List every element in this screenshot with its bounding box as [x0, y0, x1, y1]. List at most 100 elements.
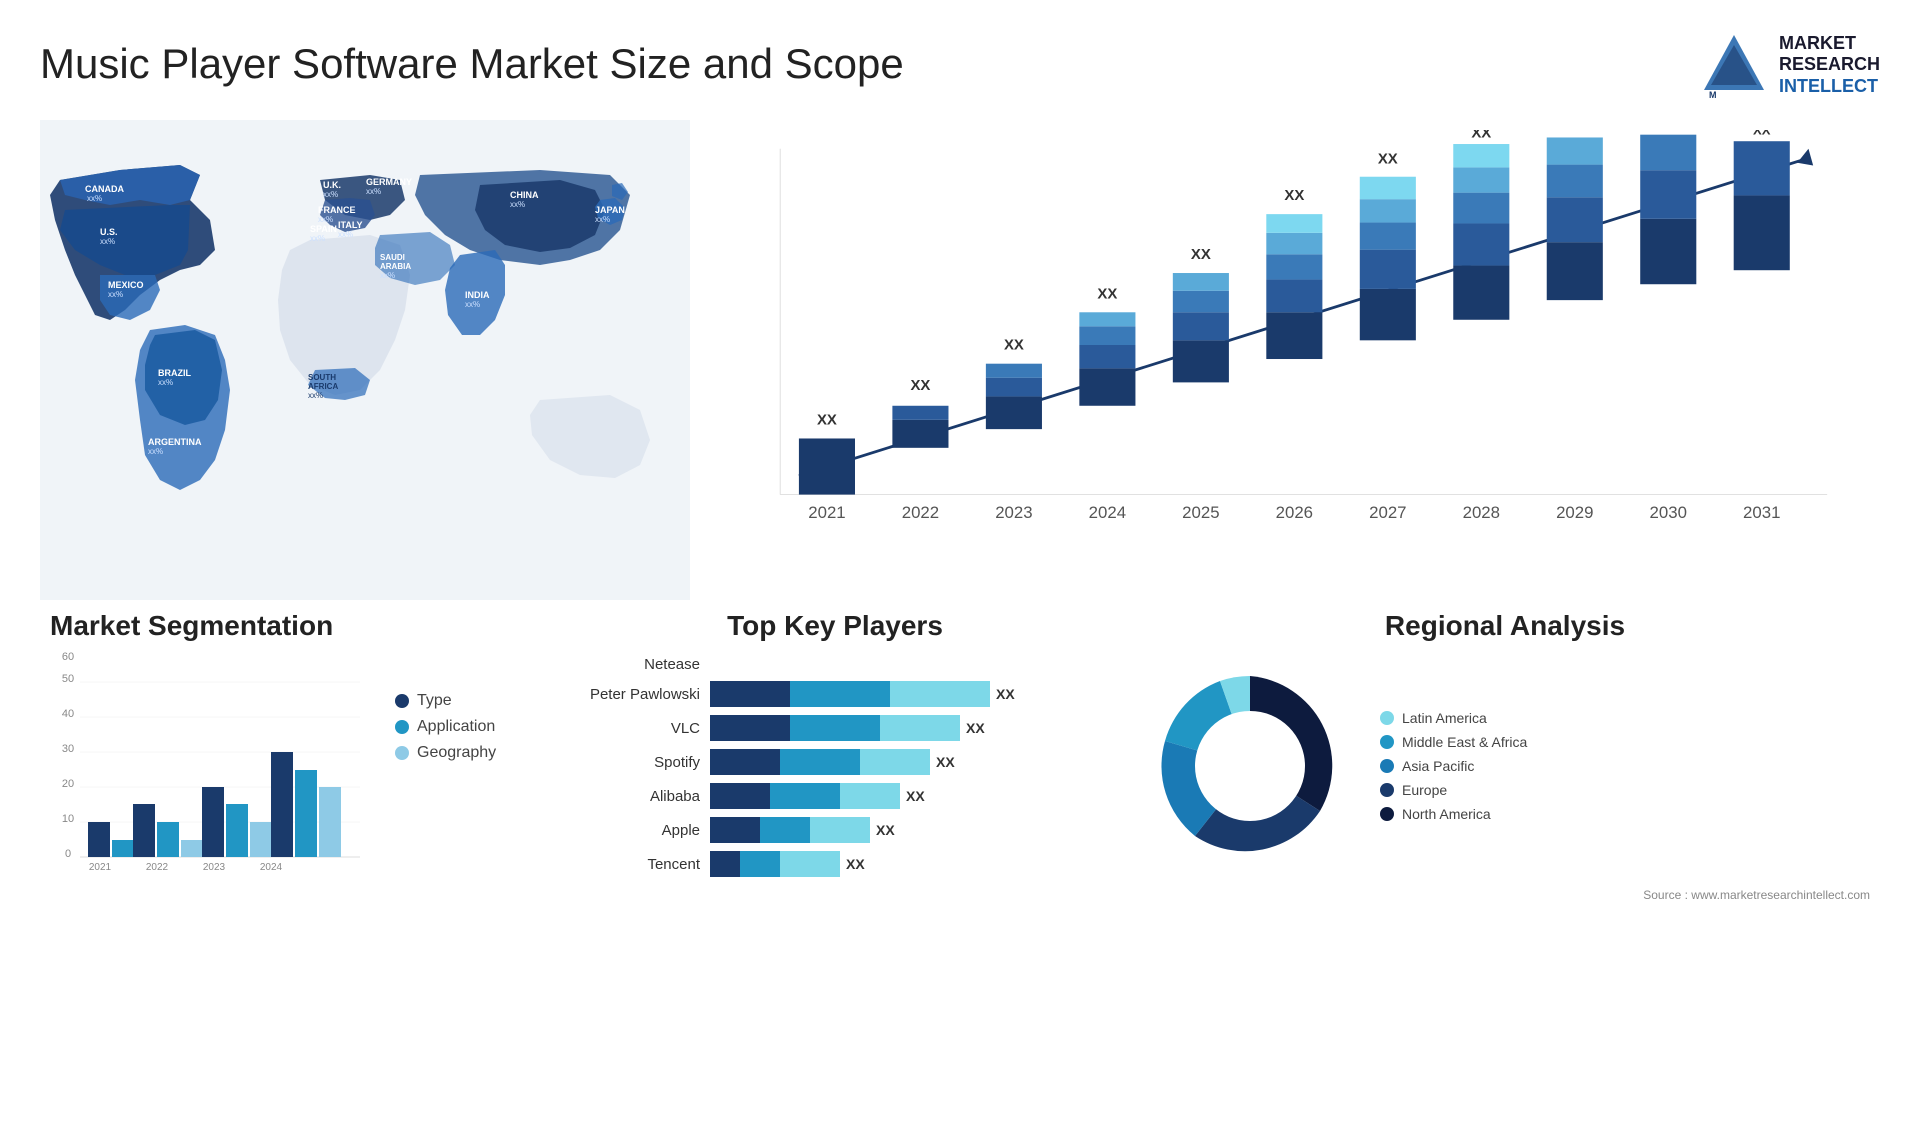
logo-container: M MARKET RESEARCH INTELLECT — [1699, 30, 1880, 100]
legend-europe: Europe — [1380, 782, 1527, 798]
bar-chart-section: XX XX XX XX — [700, 120, 1880, 600]
player-value-vlc: XX — [966, 720, 985, 736]
svg-text:2027: 2027 — [1369, 503, 1406, 522]
svg-text:20: 20 — [62, 778, 74, 790]
svg-text:2025: 2025 — [1182, 503, 1219, 522]
legend-north-america: North America — [1380, 806, 1527, 822]
player-bar-apple: XX — [710, 817, 1100, 843]
players-title: Top Key Players — [570, 610, 1100, 642]
svg-text:U.K.: U.K. — [323, 180, 341, 190]
svg-text:xx%: xx% — [465, 300, 480, 309]
legend-dot-latin — [1380, 711, 1394, 725]
legend-application: Application — [395, 718, 496, 736]
svg-text:60: 60 — [62, 652, 74, 663]
segmentation-title: Market Segmentation — [50, 610, 530, 642]
player-tencent: Tencent XX — [570, 851, 1100, 877]
legend-label-mea: Middle East & Africa — [1402, 734, 1527, 750]
player-bar-chart-apple — [710, 817, 870, 843]
svg-text:xx%: xx% — [323, 190, 338, 199]
regional-legend: Latin America Middle East & Africa Asia … — [1380, 710, 1527, 822]
legend-label-na: North America — [1402, 806, 1491, 822]
player-bar-chart-alibaba — [710, 783, 900, 809]
svg-text:xx%: xx% — [308, 391, 323, 400]
svg-text:2024: 2024 — [260, 862, 283, 873]
svg-text:40: 40 — [62, 708, 74, 720]
svg-text:xx%: xx% — [100, 237, 115, 246]
player-bar-vlc: XX — [710, 715, 1100, 741]
player-bar-tencent: XX — [710, 851, 1100, 877]
page-title: Music Player Software Market Size and Sc… — [40, 40, 904, 88]
svg-text:xx%: xx% — [318, 215, 333, 224]
player-value-alibaba: XX — [906, 788, 925, 804]
player-name-apple: Apple — [570, 822, 700, 839]
svg-text:XX: XX — [1471, 130, 1491, 141]
svg-text:2030: 2030 — [1650, 503, 1687, 522]
svg-text:AFRICA: AFRICA — [308, 382, 338, 391]
svg-text:XX: XX — [1284, 187, 1304, 204]
svg-text:10: 10 — [62, 813, 74, 825]
svg-text:FRANCE: FRANCE — [318, 205, 356, 215]
svg-text:2028: 2028 — [1463, 503, 1500, 522]
player-bar-alibaba: XX — [710, 783, 1100, 809]
player-name-netease: Netease — [570, 656, 700, 673]
svg-text:ARGENTINA: ARGENTINA — [148, 437, 202, 447]
svg-text:M: M — [1709, 90, 1717, 100]
legend-dot-apac — [1380, 759, 1394, 773]
logo-intellect: INTELLECT — [1779, 76, 1880, 98]
player-apple: Apple XX — [570, 817, 1100, 843]
player-name-alibaba: Alibaba — [570, 788, 700, 805]
regional-content: Latin America Middle East & Africa Asia … — [1140, 656, 1870, 876]
player-bar-chart-peterpaw — [710, 681, 990, 707]
svg-text:xx%: xx% — [510, 200, 525, 209]
segmentation-chart: 0 10 20 30 40 50 60 — [50, 652, 370, 882]
key-players-section: Top Key Players Netease Peter Pawlowski — [560, 610, 1110, 885]
svg-text:50: 50 — [62, 673, 74, 685]
map-section: CANADA xx% U.S. xx% MEXICO xx% BRAZIL xx… — [40, 120, 690, 600]
legend-label-apac: Asia Pacific — [1402, 758, 1474, 774]
segmentation-section: Market Segmentation 0 10 20 30 40 50 60 — [40, 610, 540, 887]
player-name-spotify: Spotify — [570, 754, 700, 771]
world-map: CANADA xx% U.S. xx% MEXICO xx% BRAZIL xx… — [40, 120, 690, 600]
legend-app-label: Application — [417, 718, 495, 736]
svg-text:xx%: xx% — [87, 194, 102, 203]
player-name-tencent: Tencent — [570, 856, 700, 873]
legend-latin-america: Latin America — [1380, 710, 1527, 726]
svg-text:BRAZIL: BRAZIL — [158, 368, 191, 378]
logo-research: RESEARCH — [1779, 54, 1880, 76]
player-vlc: VLC XX — [570, 715, 1100, 741]
svg-text:2022: 2022 — [146, 862, 169, 873]
player-value-tencent: XX — [846, 856, 865, 872]
svg-text:SPAIN: SPAIN — [310, 224, 337, 234]
svg-text:XX: XX — [1097, 285, 1117, 302]
legend-geography: Geography — [395, 744, 496, 762]
svg-text:MEXICO: MEXICO — [108, 280, 144, 290]
regional-title: Regional Analysis — [1140, 610, 1870, 642]
svg-text:2023: 2023 — [995, 503, 1032, 522]
regional-section: Regional Analysis — [1130, 610, 1880, 904]
svg-text:XX: XX — [1753, 130, 1771, 138]
svg-text:U.S.: U.S. — [100, 227, 118, 237]
svg-text:2026: 2026 — [1276, 503, 1313, 522]
player-bar-peterpaw: XX — [710, 681, 1100, 707]
legend-dot-na — [1380, 807, 1394, 821]
player-bar-chart-spotify — [710, 749, 930, 775]
legend-middle-east: Middle East & Africa — [1380, 734, 1527, 750]
player-bar-chart-tencent — [710, 851, 840, 877]
legend-dot-type — [395, 694, 409, 708]
svg-text:CHINA: CHINA — [510, 190, 539, 200]
svg-text:xx%: xx% — [380, 271, 395, 280]
svg-text:XX: XX — [1565, 130, 1585, 132]
logo-icon: M — [1699, 30, 1769, 100]
legend-geo-label: Geography — [417, 744, 496, 762]
legend-asia-pacific: Asia Pacific — [1380, 758, 1527, 774]
legend-dot-app — [395, 720, 409, 734]
svg-text:INDIA: INDIA — [465, 290, 490, 300]
legend-type-label: Type — [417, 692, 452, 710]
svg-text:XX: XX — [1004, 337, 1024, 354]
svg-text:xx%: xx% — [310, 234, 325, 243]
source-text: Source : www.marketresearchintellect.com — [1643, 888, 1870, 902]
svg-text:XX: XX — [817, 411, 837, 428]
svg-text:0: 0 — [65, 848, 71, 860]
player-value-peterpaw: XX — [996, 686, 1015, 702]
donut-chart — [1140, 656, 1360, 876]
